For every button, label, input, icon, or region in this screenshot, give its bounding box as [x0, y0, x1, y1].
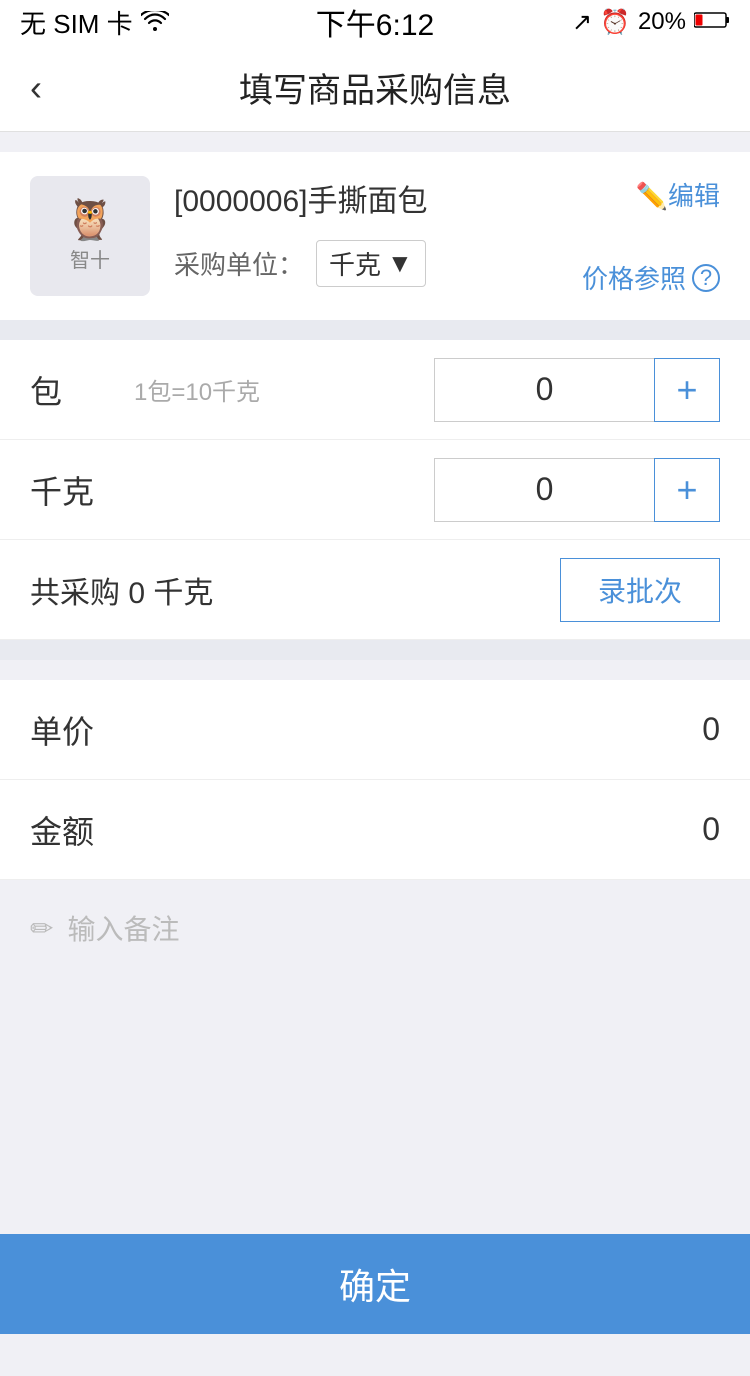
- kg-quantity-input[interactable]: [434, 458, 654, 522]
- page-title: 填写商品采购信息: [239, 63, 511, 112]
- battery-icon: [694, 8, 730, 36]
- kg-input-right: +: [434, 458, 720, 522]
- total-label: 共采购 0 千克: [30, 568, 213, 612]
- total-row: 共采购 0 千克 录批次: [0, 540, 750, 640]
- price-section: 单价 0 金额 0: [0, 680, 750, 880]
- notes-section: ✏ 输入备注: [0, 880, 750, 976]
- unit-price-row: 单价 0: [0, 680, 750, 780]
- bag-sublabel: 1包=10千克: [134, 372, 260, 407]
- unit-price-label: 单价: [30, 707, 94, 753]
- edit-button[interactable]: ✏️编辑: [636, 176, 720, 213]
- battery-percent: 20%: [638, 8, 686, 36]
- kg-label: 千克: [30, 467, 110, 513]
- divider-1: [0, 320, 750, 340]
- bag-plus-button[interactable]: +: [654, 358, 720, 422]
- kg-input-row: 千克 +: [0, 440, 750, 540]
- product-card: 🦉 智十 [0000006]手撕面包 采购单位： 千克 ▼ ✏️编辑 价格参照 …: [0, 152, 750, 320]
- product-owl-icon: 🦉: [65, 200, 115, 240]
- nav-bar: ‹ 填写商品采购信息: [0, 44, 750, 132]
- divider-2: [0, 640, 750, 660]
- kg-plus-button[interactable]: +: [654, 458, 720, 522]
- price-ref-button[interactable]: 价格参照 ?: [582, 259, 720, 296]
- unit-value: 千克: [329, 245, 381, 282]
- unit-select[interactable]: 千克 ▼: [316, 240, 426, 287]
- amount-row: 金额 0: [0, 780, 750, 880]
- notes-placeholder-text[interactable]: 输入备注: [67, 908, 179, 948]
- unit-dropdown-icon: ▼: [387, 248, 413, 279]
- bag-label: 包: [30, 367, 110, 413]
- notes-pencil-icon: ✏: [30, 912, 53, 945]
- quantity-section: 包 1包=10千克 + 千克 +: [0, 340, 750, 540]
- confirm-button[interactable]: 确定: [0, 1234, 750, 1334]
- bag-input-row: 包 1包=10千克 +: [0, 340, 750, 440]
- batch-button[interactable]: 录批次: [560, 558, 720, 622]
- location-icon: ↗: [572, 8, 592, 37]
- bag-quantity-input[interactable]: [434, 358, 654, 422]
- wifi-icon: [141, 7, 169, 38]
- unit-price-value: 0: [702, 711, 720, 748]
- status-left: 无 SIM 卡: [20, 4, 169, 41]
- price-ref-label: 价格参照: [582, 259, 686, 296]
- back-button[interactable]: ‹: [30, 67, 42, 109]
- alarm-icon: ⏰: [600, 8, 630, 37]
- amount-value: 0: [702, 811, 720, 848]
- price-ref-icon: ?: [692, 264, 720, 292]
- amount-label: 金额: [30, 807, 94, 853]
- unit-label: 采购单位：: [174, 245, 304, 282]
- status-right: ↗ ⏰ 20%: [572, 8, 730, 37]
- status-bar: 无 SIM 卡 下午6:12 ↗ ⏰ 20%: [0, 0, 750, 44]
- content-fill: [0, 976, 750, 1276]
- product-thumbnail: 🦉 智十: [30, 176, 150, 296]
- status-time: 下午6:12: [316, 0, 434, 44]
- product-thumb-label: 智十: [70, 244, 110, 273]
- bag-input-right: +: [434, 358, 720, 422]
- carrier-text: 无 SIM 卡: [20, 4, 133, 41]
